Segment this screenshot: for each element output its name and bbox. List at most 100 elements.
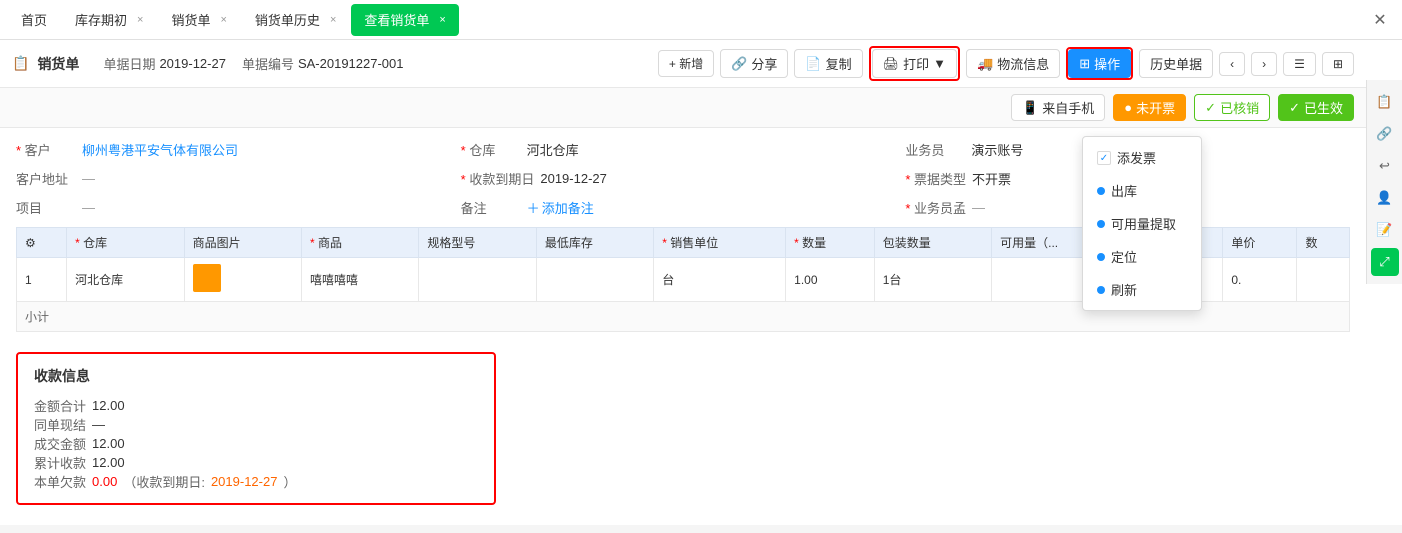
col-price: 单价 bbox=[1223, 228, 1297, 258]
dot-icon-3 bbox=[1097, 253, 1105, 261]
duedate-field: 收款到期日 2019-12-27 bbox=[461, 169, 906, 188]
sidebar-doc-icon[interactable]: 📋 bbox=[1371, 88, 1399, 116]
tab-sales-order[interactable]: 销货单 × bbox=[158, 4, 239, 36]
note-label: 备注 bbox=[461, 198, 521, 217]
address-field: 客户地址 — bbox=[16, 169, 461, 188]
note-field: 备注 ＋ 添加备注 bbox=[461, 198, 906, 217]
copy-button[interactable]: 📄 复制 bbox=[794, 49, 862, 78]
from-phone-button[interactable]: 📱 来自手机 bbox=[1011, 94, 1105, 121]
tab-home[interactable]: 首页 bbox=[8, 4, 60, 36]
sidebar-note-icon[interactable]: 📝 bbox=[1371, 216, 1399, 244]
staff-sale-value: — bbox=[972, 200, 985, 215]
toolbar: 📋 销货单 单据日期 2019-12-27 单据编号 SA-20191227-0… bbox=[0, 40, 1366, 88]
history-button[interactable]: 历史单据 bbox=[1139, 49, 1213, 78]
dropdown-refresh[interactable]: 刷新 bbox=[1083, 273, 1201, 306]
not-open-button[interactable]: ● 未开票 bbox=[1113, 94, 1186, 121]
same-order-settle-label: 同单现结 bbox=[34, 415, 86, 434]
check-icon: ✓ bbox=[1205, 100, 1216, 116]
row-warehouse: 河北仓库 bbox=[67, 258, 184, 302]
doc-no-label: 单据编号 bbox=[242, 54, 294, 73]
dot-icon-2 bbox=[1097, 220, 1105, 228]
logistics-button[interactable]: 🚚 物流信息 bbox=[966, 49, 1060, 78]
doc-date-field: 单据日期 2019-12-27 bbox=[103, 54, 226, 73]
corrected-button[interactable]: ✓ 已核销 bbox=[1194, 94, 1270, 121]
toolbar-right: + 新增 🔗 分享 📄 复制 🖨 打印 ▼ 🚚 物流信息 bbox=[658, 46, 1354, 81]
sidebar-user-icon[interactable]: 👤 bbox=[1371, 184, 1399, 212]
new-button[interactable]: + 新增 bbox=[658, 50, 714, 77]
customer-value[interactable]: 柳州粤港平安气体有限公司 bbox=[82, 140, 238, 159]
tickettype-value: 不开票 bbox=[972, 169, 1011, 188]
row-pack: 1台 bbox=[874, 258, 991, 302]
list-view-button[interactable]: ☰ bbox=[1283, 52, 1316, 76]
tab-close-history[interactable]: × bbox=[330, 14, 336, 26]
accumulated-receipt-label: 累计收款 bbox=[34, 453, 86, 472]
total-amount-label: 金额合计 bbox=[34, 396, 86, 415]
print-button[interactable]: 🖨 打印 ▼ bbox=[872, 49, 957, 78]
refresh-label: 刷新 bbox=[1111, 280, 1137, 299]
col-minstock: 最低库存 bbox=[536, 228, 653, 258]
window-close-button[interactable]: ✕ bbox=[1366, 6, 1394, 34]
doc-date-label: 单据日期 bbox=[103, 54, 155, 73]
tab-sales-history[interactable]: 销货单历史 × bbox=[242, 4, 349, 36]
sidebar-return-icon[interactable]: ↩ bbox=[1371, 152, 1399, 180]
tab-close-view[interactable]: × bbox=[439, 14, 445, 26]
add-note-button[interactable]: ＋ 添加备注 bbox=[527, 198, 594, 217]
current-owed-close: ） bbox=[283, 472, 296, 491]
operation-icon: ⊞ bbox=[1079, 56, 1090, 72]
next-button[interactable]: › bbox=[1251, 52, 1277, 76]
transaction-amount-label: 成交金额 bbox=[34, 434, 86, 453]
tab-view-sales[interactable]: 查看销货单 × bbox=[351, 4, 458, 36]
tab-close-inventory[interactable]: × bbox=[137, 14, 143, 26]
dropdown-outbound[interactable]: 出库 bbox=[1083, 174, 1201, 207]
warehouse-label: 仓库 bbox=[461, 140, 521, 159]
operation-button[interactable]: ⊞ 操作 bbox=[1068, 49, 1131, 78]
dropdown-available-extract[interactable]: 可用量提取 bbox=[1083, 207, 1201, 240]
print-icon: 🖨 bbox=[883, 56, 900, 72]
project-label: 项目 bbox=[16, 198, 76, 217]
duedate-value: 2019-12-27 bbox=[540, 171, 607, 186]
outbound-label: 出库 bbox=[1111, 181, 1137, 200]
col-product: 商品 bbox=[301, 228, 418, 258]
current-owed-date: 2019-12-27 bbox=[211, 474, 278, 489]
add-invoice-label: 添发票 bbox=[1117, 148, 1156, 167]
accumulated-receipt-row: 累计收款 12.00 bbox=[34, 453, 478, 472]
prev-button[interactable]: ‹ bbox=[1219, 52, 1245, 76]
col-qty: 数量 bbox=[786, 228, 875, 258]
grid-view-button[interactable]: ⊞ bbox=[1322, 52, 1354, 76]
sidebar-expand-icon[interactable]: ⤢ bbox=[1371, 248, 1399, 276]
effective-icon: ✓ bbox=[1289, 100, 1300, 116]
staff-label: 业务员 bbox=[905, 140, 965, 159]
row-image bbox=[184, 258, 301, 302]
dropdown-add-invoice[interactable]: ✓ 添发票 bbox=[1083, 141, 1201, 174]
col-image: 商品图片 bbox=[184, 228, 301, 258]
payment-grid: 金额合计 12.00 同单现结 — 成交金额 12.00 累计收款 12.00 bbox=[34, 396, 478, 491]
col-unit: 销售单位 bbox=[654, 228, 786, 258]
warehouse-field: 仓库 河北仓库 bbox=[461, 140, 906, 159]
share-button[interactable]: 🔗 分享 bbox=[720, 49, 788, 78]
copy-icon: 📄 bbox=[805, 56, 821, 72]
address-label: 客户地址 bbox=[16, 169, 76, 188]
dot-icon-4 bbox=[1097, 286, 1105, 294]
row-product: 嘻嘻嘻嘻 bbox=[301, 258, 418, 302]
tab-inventory-initial[interactable]: 库存期初 × bbox=[62, 4, 156, 36]
row-no: 1 bbox=[17, 258, 67, 302]
dropdown-locate[interactable]: 定位 bbox=[1083, 240, 1201, 273]
toolbar-left: 📋 销货单 单据日期 2019-12-27 单据编号 SA-20191227-0… bbox=[12, 54, 404, 74]
project-field: 项目 — bbox=[16, 198, 461, 217]
same-order-settle-row: 同单现结 — bbox=[34, 415, 478, 434]
available-extract-label: 可用量提取 bbox=[1111, 214, 1176, 233]
current-owed-note: （收款到期日: bbox=[123, 472, 205, 491]
total-amount-value: 12.00 bbox=[92, 398, 125, 413]
tab-close-sales[interactable]: × bbox=[220, 14, 226, 26]
effective-button[interactable]: ✓ 已生效 bbox=[1278, 94, 1354, 121]
transaction-amount-row: 成交金额 12.00 bbox=[34, 434, 478, 453]
col-amount: 数 bbox=[1297, 228, 1350, 258]
row-unit: 台 bbox=[654, 258, 786, 302]
sidebar-link-icon[interactable]: 🔗 bbox=[1371, 120, 1399, 148]
doc-title: 销货单 bbox=[37, 54, 79, 74]
doc-date-value: 2019-12-27 bbox=[159, 56, 226, 71]
share-icon: 🔗 bbox=[731, 56, 747, 72]
col-warehouse: 仓库 bbox=[67, 228, 184, 258]
row-spec bbox=[419, 258, 536, 302]
address-value: — bbox=[82, 171, 95, 186]
